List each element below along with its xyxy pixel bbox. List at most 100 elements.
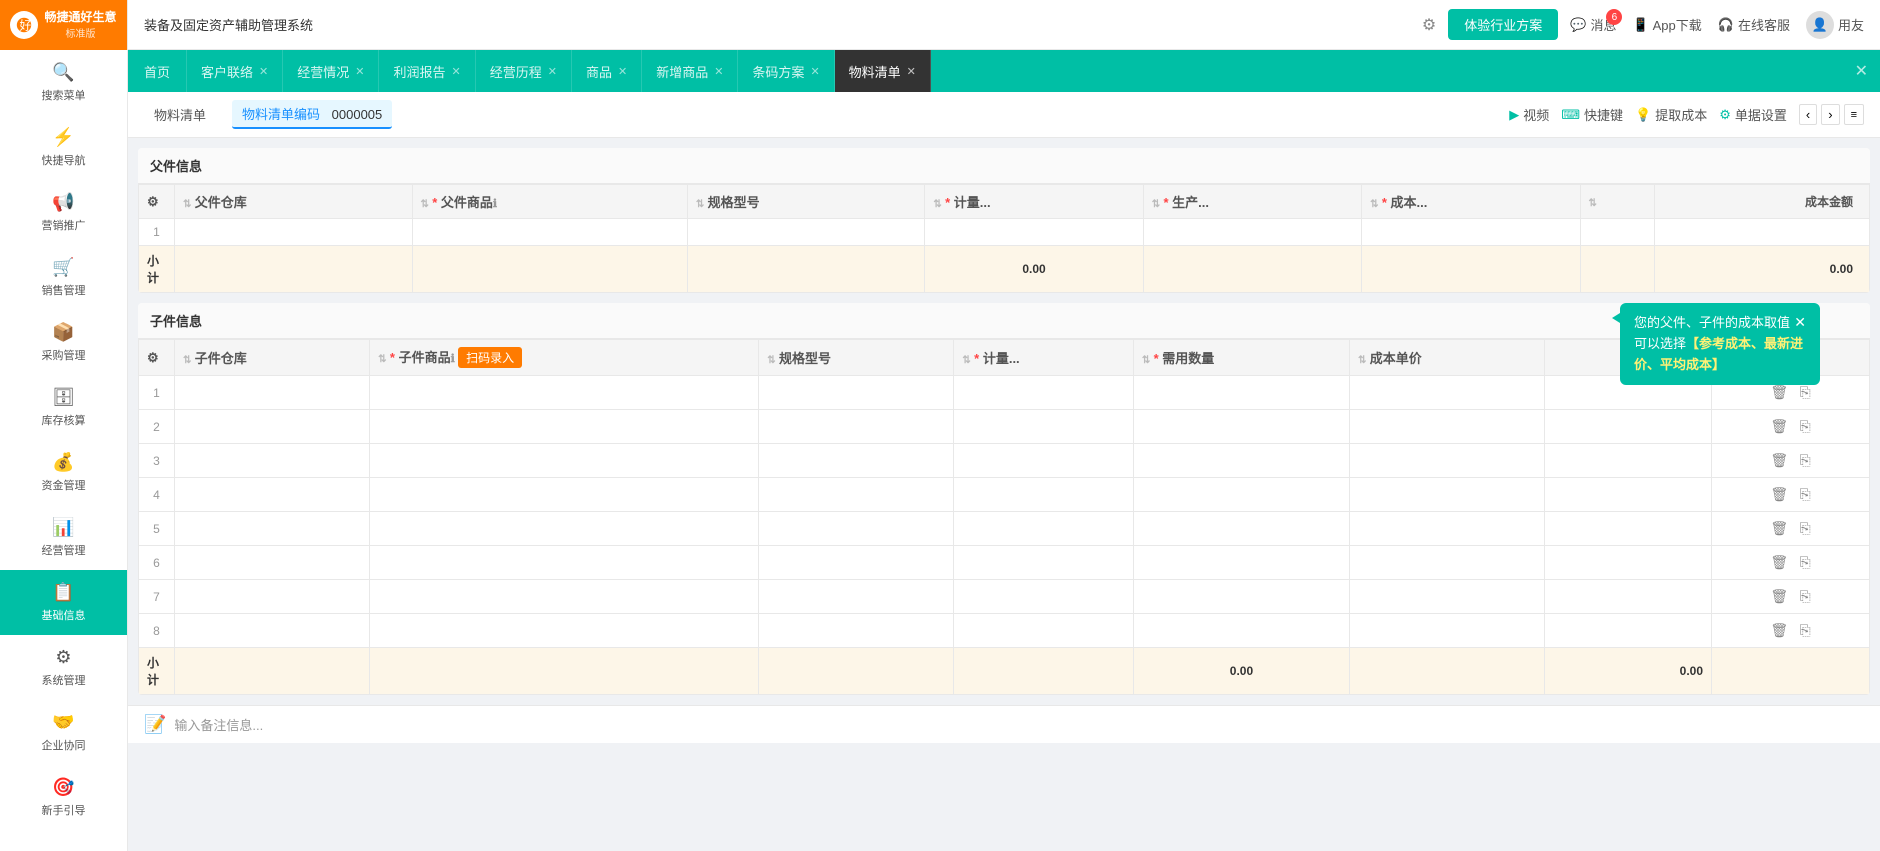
child-row-4-spec[interactable] bbox=[759, 478, 954, 512]
child-row-6-unit[interactable] bbox=[954, 546, 1133, 580]
child-row-4-unit[interactable] bbox=[954, 478, 1133, 512]
child-row-6-delete[interactable]: 🗑 bbox=[1766, 552, 1792, 573]
tab-new-goods[interactable]: 新增商品 ✕ bbox=[642, 50, 738, 92]
child-row-3-goods[interactable] bbox=[370, 444, 759, 478]
child-row-2-copy[interactable]: ⎘ bbox=[1795, 416, 1814, 437]
tooltip-close-button[interactable]: ✕ bbox=[1794, 311, 1806, 333]
sort-icon-cost[interactable]: ⇅ bbox=[1370, 199, 1378, 210]
parent-row-1-spec[interactable] bbox=[687, 219, 925, 246]
child-row-3-spec[interactable] bbox=[759, 444, 954, 478]
sort-icon[interactable]: ⇅ bbox=[183, 199, 191, 210]
child-row-6-copy[interactable]: ⎘ bbox=[1795, 552, 1814, 573]
child-row-5-delete[interactable]: 🗑 bbox=[1766, 518, 1792, 539]
cost-action[interactable]: 💡 提取成本 bbox=[1635, 105, 1707, 124]
child-row-1-quantity[interactable] bbox=[1133, 376, 1349, 410]
sidebar-item-purchase[interactable]: 📦 采购管理 bbox=[0, 310, 127, 375]
tab-bom[interactable]: 物料清单 ✕ bbox=[835, 50, 931, 92]
child-row-6-spec[interactable] bbox=[759, 546, 954, 580]
child-row-7-copy[interactable]: ⎘ bbox=[1795, 586, 1814, 607]
child-row-7-unit[interactable] bbox=[954, 580, 1133, 614]
child-row-2-quantity[interactable] bbox=[1133, 410, 1349, 444]
child-row-3-delete[interactable]: 🗑 bbox=[1766, 450, 1792, 471]
child-row-2-unit[interactable] bbox=[954, 410, 1133, 444]
child-row-8-spec[interactable] bbox=[759, 614, 954, 648]
sidebar-item-quicknav[interactable]: ⚡ 快捷导航 bbox=[0, 115, 127, 180]
child-row-2-unit-price[interactable] bbox=[1350, 410, 1545, 444]
app-download-button[interactable]: 📱 App下载 bbox=[1632, 15, 1701, 34]
child-row-1-goods[interactable] bbox=[370, 376, 759, 410]
child-row-4-unit-price[interactable] bbox=[1350, 478, 1545, 512]
sidebar-item-basic[interactable]: 📋 基础信息 bbox=[0, 570, 127, 635]
child-row-5-unit-price[interactable] bbox=[1350, 512, 1545, 546]
next-button[interactable]: › bbox=[1821, 104, 1839, 125]
child-row-4-delete[interactable]: 🗑 bbox=[1766, 484, 1792, 505]
child-row-6-warehouse[interactable] bbox=[175, 546, 370, 580]
tab-barcode-close[interactable]: ✕ bbox=[810, 65, 819, 78]
sidebar-item-search[interactable]: 🔍 搜索菜单 bbox=[0, 50, 127, 115]
breadcrumb-bom-code[interactable]: 物料清单编码 0000005 bbox=[232, 100, 392, 129]
child-row-7-delete[interactable]: 🗑 bbox=[1766, 586, 1792, 607]
child-row-5-quantity[interactable] bbox=[1133, 512, 1349, 546]
prev-button[interactable]: ‹ bbox=[1799, 104, 1817, 125]
tab-customer-close[interactable]: ✕ bbox=[259, 65, 268, 78]
child-row-1-unit[interactable] bbox=[954, 376, 1133, 410]
sort-icon-goods[interactable]: ⇅ bbox=[421, 199, 429, 210]
tab-profit[interactable]: 利润报告 ✕ bbox=[379, 50, 475, 92]
child-row-7-unit-price[interactable] bbox=[1350, 580, 1545, 614]
child-row-3-unit[interactable] bbox=[954, 444, 1133, 478]
sort-icon-unit[interactable]: ⇅ bbox=[933, 199, 941, 210]
tab-operations-close[interactable]: ✕ bbox=[355, 65, 364, 78]
parent-row-1-production[interactable] bbox=[1143, 219, 1361, 246]
parent-th-gear[interactable]: ⚙ bbox=[139, 185, 175, 219]
child-row-3-copy[interactable]: ⎘ bbox=[1795, 450, 1814, 471]
sort-icon-production[interactable]: ⇅ bbox=[1152, 199, 1160, 210]
child-row-1-delete[interactable]: 🗑 bbox=[1766, 382, 1792, 403]
child-row-5-goods[interactable] bbox=[370, 512, 759, 546]
sidebar-item-guide[interactable]: 🎯 新手引导 bbox=[0, 765, 127, 830]
sort-icon-spec[interactable]: ⇅ bbox=[696, 199, 704, 210]
parent-row-1-unit[interactable] bbox=[925, 219, 1143, 246]
tab-barcode[interactable]: 条码方案 ✕ bbox=[738, 50, 834, 92]
tab-operations[interactable]: 经营情况 ✕ bbox=[283, 50, 379, 92]
tab-profit-close[interactable]: ✕ bbox=[452, 65, 461, 78]
child-row-4-copy[interactable]: ⎘ bbox=[1795, 484, 1814, 505]
tab-goods[interactable]: 商品 ✕ bbox=[572, 50, 642, 92]
child-row-5-warehouse[interactable] bbox=[175, 512, 370, 546]
sidebar-item-marketing[interactable]: 📢 营销推广 bbox=[0, 180, 127, 245]
child-row-8-unit-price[interactable] bbox=[1350, 614, 1545, 648]
single-setting-action[interactable]: ⚙ 单据设置 bbox=[1719, 105, 1787, 124]
child-row-7-quantity[interactable] bbox=[1133, 580, 1349, 614]
user-menu[interactable]: 👤 用友 bbox=[1806, 11, 1864, 39]
scan-button[interactable]: 扫码录入 bbox=[458, 347, 522, 368]
child-row-8-quantity[interactable] bbox=[1133, 614, 1349, 648]
child-row-2-goods[interactable] bbox=[370, 410, 759, 444]
tab-history[interactable]: 经营历程 ✕ bbox=[476, 50, 572, 92]
child-row-4-goods[interactable] bbox=[370, 478, 759, 512]
child-row-5-copy[interactable]: ⎘ bbox=[1795, 518, 1814, 539]
child-row-5-spec[interactable] bbox=[759, 512, 954, 546]
child-row-2-warehouse[interactable] bbox=[175, 410, 370, 444]
parent-row-1-goods[interactable] bbox=[412, 219, 687, 246]
sidebar-item-operations[interactable]: 📊 经营管理 bbox=[0, 505, 127, 570]
child-row-8-goods[interactable] bbox=[370, 614, 759, 648]
parent-row-1-warehouse[interactable] bbox=[175, 219, 413, 246]
video-action[interactable]: ▶ 视频 bbox=[1509, 105, 1549, 124]
child-row-8-copy[interactable]: ⎘ bbox=[1795, 620, 1814, 641]
child-row-2-delete[interactable]: 🗑 bbox=[1766, 416, 1792, 437]
child-row-1-unit-price[interactable] bbox=[1350, 376, 1545, 410]
tab-bom-close[interactable]: ✕ bbox=[907, 65, 916, 78]
child-row-4-quantity[interactable] bbox=[1133, 478, 1349, 512]
sidebar-item-sales[interactable]: 🛒 销售管理 bbox=[0, 245, 127, 310]
child-row-8-delete[interactable]: 🗑 bbox=[1766, 620, 1792, 641]
child-row-1-copy[interactable]: ⎘ bbox=[1795, 382, 1814, 403]
child-row-4-warehouse[interactable] bbox=[175, 478, 370, 512]
breadcrumb-bom-list[interactable]: 物料清单 bbox=[144, 101, 216, 128]
child-row-8-warehouse[interactable] bbox=[175, 614, 370, 648]
tab-home[interactable]: 首页 bbox=[128, 50, 187, 92]
close-all-tabs[interactable]: ✕ bbox=[1843, 61, 1880, 81]
child-row-8-unit[interactable] bbox=[954, 614, 1133, 648]
tab-goods-close[interactable]: ✕ bbox=[618, 65, 627, 78]
tab-new-goods-close[interactable]: ✕ bbox=[714, 65, 723, 78]
trial-button[interactable]: 体验行业方案 bbox=[1448, 9, 1558, 40]
child-row-3-unit-price[interactable] bbox=[1350, 444, 1545, 478]
